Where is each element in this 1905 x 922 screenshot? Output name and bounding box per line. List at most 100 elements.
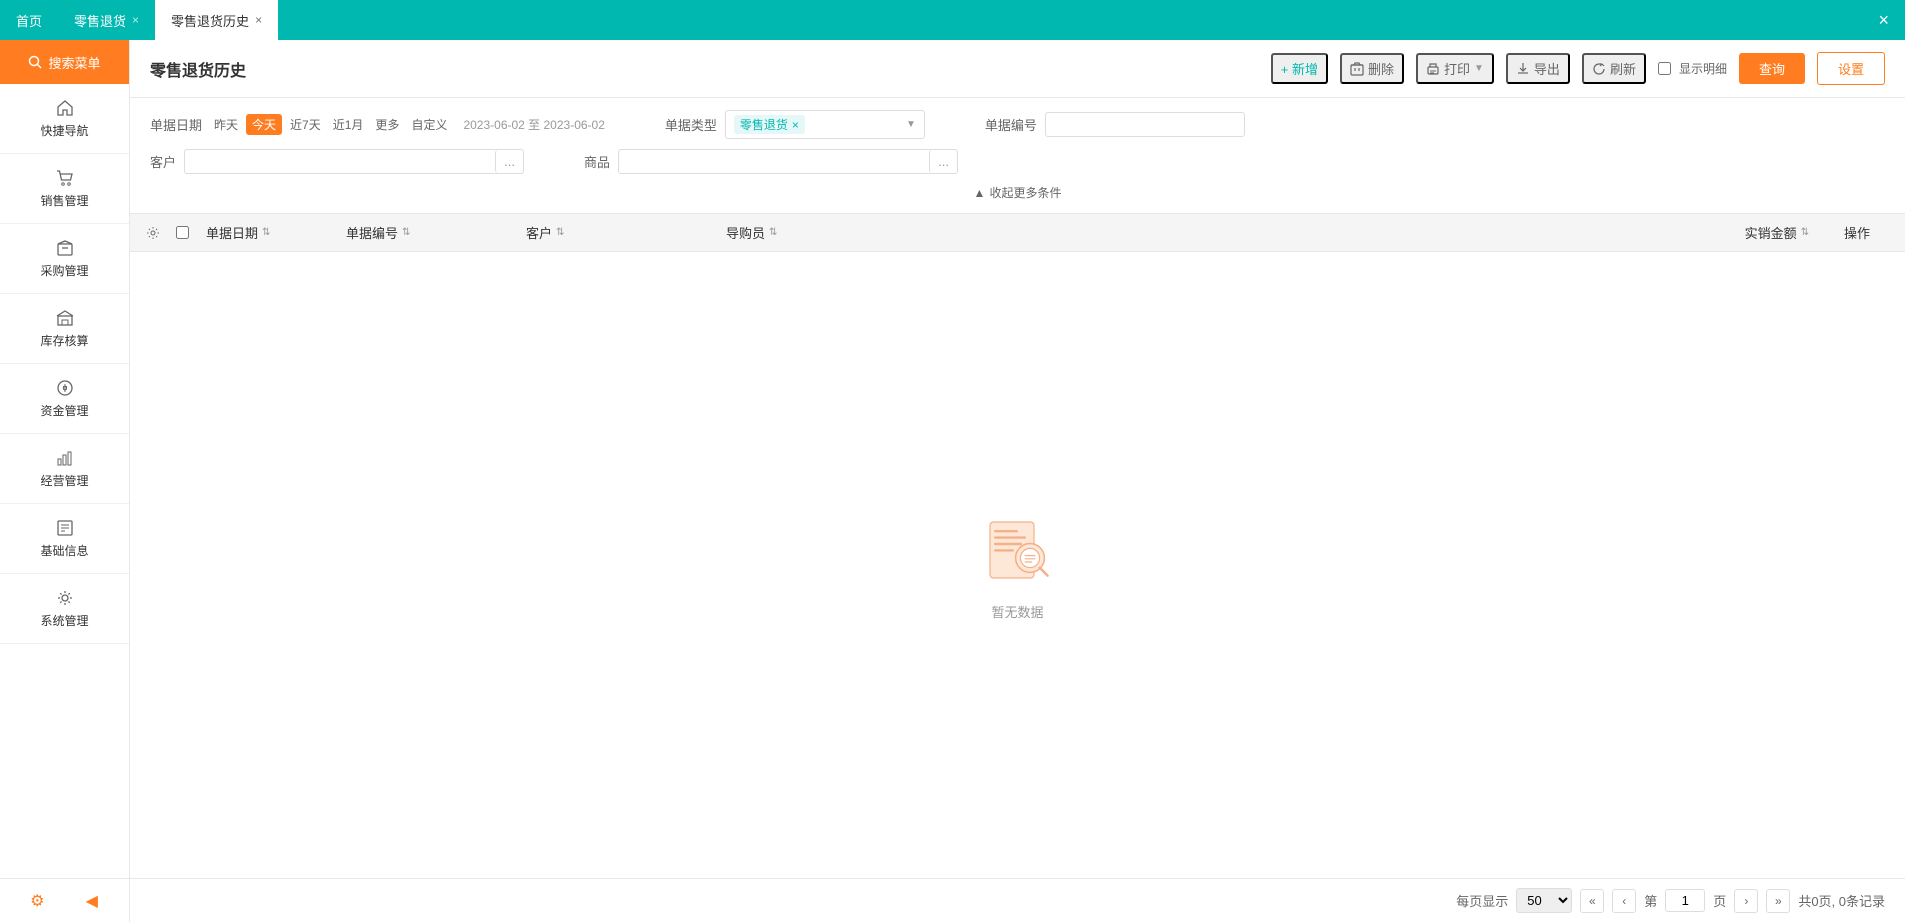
bill-type-tag: 零售退货 ×: [734, 115, 805, 134]
tab-retail-return-history-label: 零售退货历史: [171, 11, 249, 30]
th-date-label: 单据日期: [206, 223, 258, 242]
export-button[interactable]: 导出: [1506, 53, 1570, 84]
settings-button[interactable]: 设置: [1817, 52, 1885, 85]
date-btn-today[interactable]: 今天: [246, 114, 282, 135]
th-amount-label: 实销金额: [1745, 223, 1797, 242]
th-settings[interactable]: [138, 226, 168, 240]
content-area: 零售退货历史 + 新增 删除 打印 ▼ 导出: [130, 40, 1905, 922]
date-btn-yesterday[interactable]: 昨天: [210, 114, 242, 135]
customer-input[interactable]: [185, 150, 495, 173]
tab-retail-return-close[interactable]: ×: [132, 13, 139, 27]
th-amount[interactable]: 实销金额 ⇅: [868, 223, 1817, 242]
tab-retail-return-history-close[interactable]: ×: [255, 13, 262, 27]
th-amount-sort: ⇅: [1801, 227, 1809, 238]
tab-retail-return-label: 零售退货: [74, 11, 126, 30]
last-page-btn[interactable]: »: [1766, 889, 1790, 913]
th-guide-sort: ⇅: [769, 227, 777, 238]
total-text: 共0页, 0条记录: [1798, 891, 1885, 910]
sidebar-item-basic-info[interactable]: 基础信息: [0, 504, 129, 574]
bill-type-label: 单据类型: [665, 115, 717, 134]
bill-no-filter: 单据编号: [985, 112, 1245, 137]
refresh-icon: [1592, 62, 1606, 76]
empty-text: 暂无数据: [991, 602, 1043, 621]
sidebar-item-system-label: 系统管理: [40, 612, 88, 629]
first-page-btn[interactable]: «: [1580, 889, 1604, 913]
th-customer[interactable]: 客户 ⇅: [518, 223, 718, 242]
date-range-display: 2023-06-02 至 2023-06-02: [463, 116, 604, 133]
sidebar-item-inventory[interactable]: 库存核算: [0, 294, 129, 364]
page-size-select[interactable]: 50 20 100: [1516, 888, 1572, 913]
filter-area: 单据日期 昨天 今天 近7天 近1月 更多 自定义 2023-06-02 至 2…: [130, 98, 1905, 214]
tab-retail-return-history[interactable]: 零售退货历史 ×: [155, 0, 278, 40]
th-ops-label: 操作: [1844, 223, 1870, 242]
collapse-row: ▲ 收起更多条件: [150, 184, 1885, 201]
toggle-sidebar-btn[interactable]: ◀: [76, 885, 108, 917]
sidebar-item-operation[interactable]: 经营管理: [0, 434, 129, 504]
search-icon: [28, 55, 42, 69]
goods-input[interactable]: [619, 150, 929, 173]
date-btn-more[interactable]: 更多: [371, 114, 403, 135]
sidebar-item-system[interactable]: 系统管理: [0, 574, 129, 644]
bill-type-tag-close[interactable]: ×: [792, 118, 799, 132]
box-icon: [55, 238, 75, 258]
settings-bottom-btn[interactable]: ⚙: [21, 885, 53, 917]
table-settings-icon: [146, 226, 160, 240]
bill-type-tag-label: 零售退货: [740, 116, 788, 133]
select-all-checkbox[interactable]: [176, 226, 189, 239]
sidebar-item-sales[interactable]: 销售管理: [0, 154, 129, 224]
window-close-button[interactable]: ×: [1862, 10, 1905, 31]
page-size-label: 每页显示: [1456, 891, 1508, 910]
export-button-label: 导出: [1534, 59, 1560, 78]
th-bill-no[interactable]: 单据编号 ⇅: [338, 223, 518, 242]
show-detail-checkbox-label[interactable]: 显示明细: [1658, 60, 1727, 77]
customer-filter: 客户 ...: [150, 149, 524, 174]
empty-state: 暂无数据: [968, 510, 1068, 621]
date-btn-7days[interactable]: 近7天: [286, 114, 325, 135]
filter-row-2: 客户 ... 商品 ...: [150, 149, 1885, 174]
top-bar: 首页 零售退货 × 零售退货历史 × ×: [0, 0, 1905, 40]
th-ops: 操作: [1817, 223, 1897, 242]
th-guide[interactable]: 导购员 ⇅: [718, 223, 868, 242]
page-number-input[interactable]: [1665, 889, 1705, 912]
tab-retail-return[interactable]: 零售退货 ×: [58, 0, 155, 40]
new-button[interactable]: + 新增: [1271, 53, 1328, 84]
prev-page-btn[interactable]: ‹: [1612, 889, 1636, 913]
bill-no-label: 单据编号: [985, 115, 1037, 134]
cart-icon: [55, 168, 75, 188]
tab-home-label: 首页: [16, 11, 42, 30]
sidebar-item-quick-nav[interactable]: 快捷导航: [0, 84, 129, 154]
date-btn-1month[interactable]: 近1月: [329, 114, 368, 135]
th-date[interactable]: 单据日期 ⇅: [198, 223, 338, 242]
chart-icon: [55, 448, 75, 468]
query-button[interactable]: 查询: [1739, 53, 1805, 84]
page-actions: + 新增 删除 打印 ▼ 导出 刷新: [1271, 52, 1885, 85]
sidebar-nav: 快捷导航 销售管理 采购管理 库存核算: [0, 84, 129, 878]
th-checkbox[interactable]: [168, 226, 198, 239]
goods-ellipsis[interactable]: ...: [929, 150, 957, 173]
print-button[interactable]: 打印 ▼: [1416, 53, 1494, 84]
show-detail-checkbox[interactable]: [1658, 62, 1671, 75]
print-button-label: 打印: [1444, 59, 1470, 78]
collapse-button[interactable]: ▲ 收起更多条件: [974, 184, 1062, 201]
th-bill-no-label: 单据编号: [346, 223, 398, 242]
bill-no-input[interactable]: [1045, 112, 1245, 137]
sidebar-item-finance[interactable]: 资金管理: [0, 364, 129, 434]
bill-type-arrow: ▼: [906, 119, 916, 130]
date-btn-custom[interactable]: 自定义: [407, 114, 451, 135]
system-icon: [55, 588, 75, 608]
refresh-button[interactable]: 刷新: [1582, 53, 1646, 84]
date-buttons: 昨天 今天 近7天 近1月 更多 自定义: [210, 114, 451, 135]
sidebar-item-purchase[interactable]: 采购管理: [0, 224, 129, 294]
sidebar-search[interactable]: 搜索菜单: [0, 40, 129, 84]
bill-type-select[interactable]: 零售退货 × ▼: [725, 110, 925, 139]
tab-home[interactable]: 首页: [0, 0, 58, 40]
customer-ellipsis[interactable]: ...: [495, 150, 523, 173]
bill-type-filter: 单据类型 零售退货 × ▼: [665, 110, 925, 139]
next-page-btn[interactable]: ›: [1734, 889, 1758, 913]
sidebar-item-purchase-label: 采购管理: [40, 262, 88, 279]
page-label-suffix: 页: [1713, 891, 1726, 910]
empty-illustration: [968, 510, 1068, 590]
delete-button[interactable]: 删除: [1340, 53, 1404, 84]
filter-row-1: 单据日期 昨天 今天 近7天 近1月 更多 自定义 2023-06-02 至 2…: [150, 110, 1885, 139]
goods-label: 商品: [584, 152, 610, 171]
